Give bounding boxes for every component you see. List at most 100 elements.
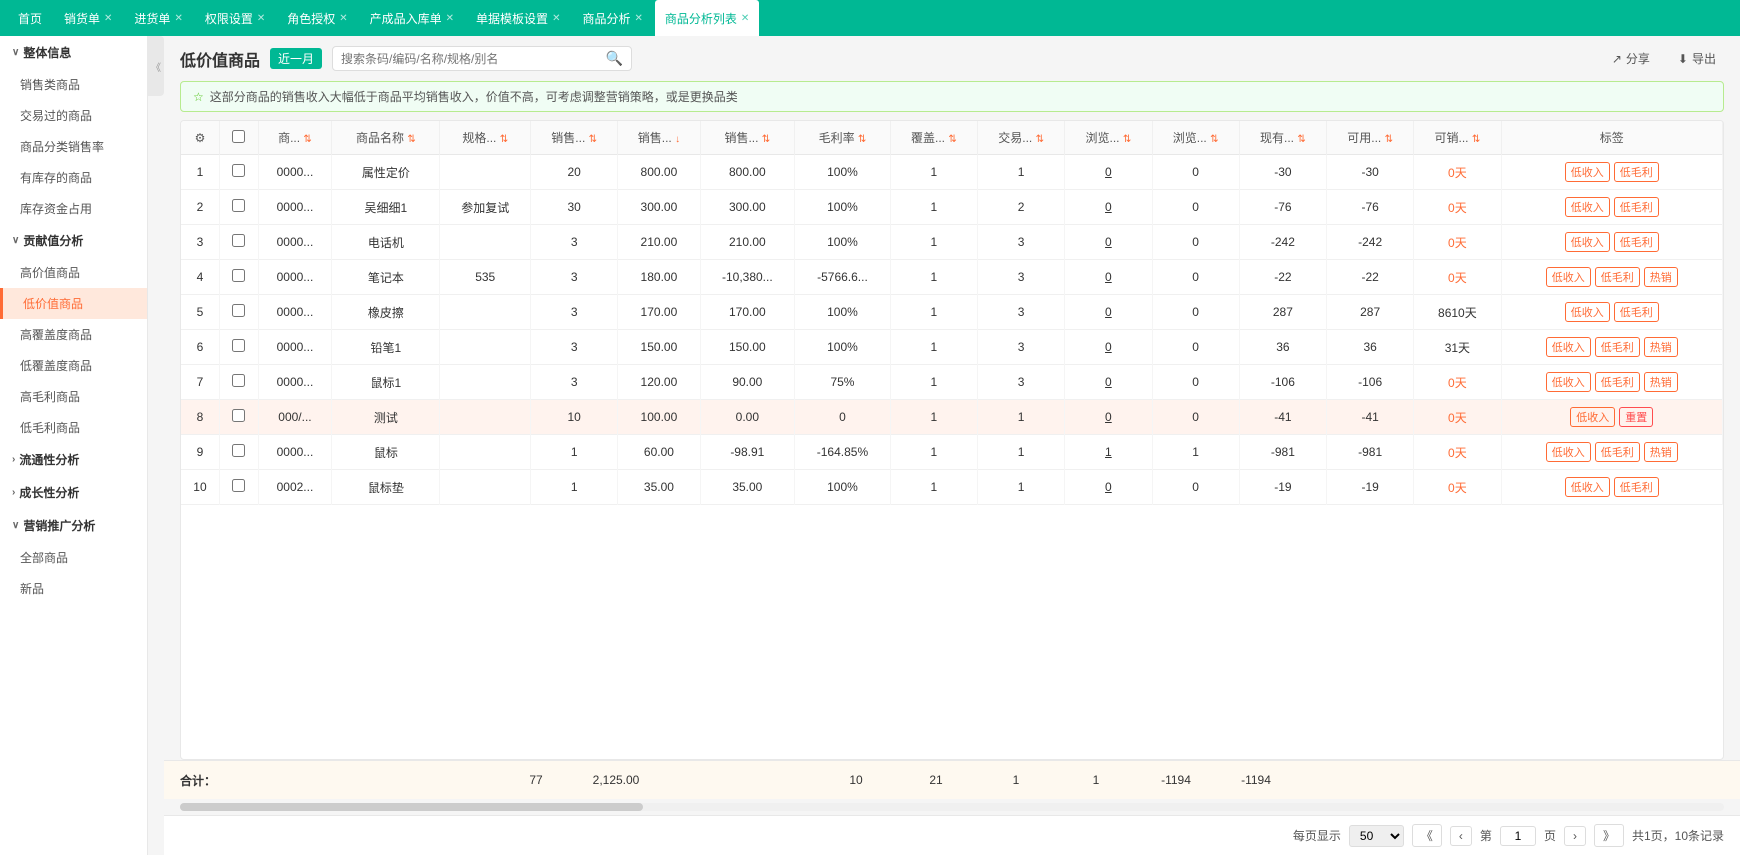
view1-link[interactable]: 0 xyxy=(1105,480,1112,494)
nav-products-instock[interactable]: 产成品入库单 ✕ xyxy=(360,0,464,36)
view1-link[interactable]: 0 xyxy=(1105,340,1112,354)
view1-link[interactable]: 0 xyxy=(1105,235,1112,249)
nav-purchase-close[interactable]: ✕ xyxy=(174,13,182,24)
view1-link[interactable]: 0 xyxy=(1105,410,1112,424)
cell-gross: 100% xyxy=(795,225,891,260)
cell-checkbox[interactable] xyxy=(219,470,258,505)
nav-sales-order[interactable]: 销货单 ✕ xyxy=(54,0,122,36)
sidebar-group-marketing[interactable]: ∨ 营销推广分析 xyxy=(0,509,147,542)
cell-checkbox[interactable] xyxy=(219,365,258,400)
sidebar-item-traded[interactable]: 交易过的商品 xyxy=(0,100,147,131)
nav-product-analysis-list[interactable]: 商品分析列表 ✕ xyxy=(655,0,759,36)
cell-checkbox[interactable] xyxy=(219,155,258,190)
cell-view1[interactable]: 0 xyxy=(1065,260,1152,295)
nav-analysis-list-close[interactable]: ✕ xyxy=(741,13,749,24)
row-checkbox[interactable] xyxy=(232,234,245,247)
cell-qty: 3 xyxy=(531,330,618,365)
nav-template[interactable]: 单据模板设置 ✕ xyxy=(466,0,570,36)
view1-link[interactable]: 1 xyxy=(1105,445,1112,459)
sidebar-item-low-coverage[interactable]: 低覆盖度商品 xyxy=(0,350,147,381)
sidebar-group-contribution[interactable]: ∨ 贡献值分析 xyxy=(0,224,147,257)
cell-checkbox[interactable] xyxy=(219,225,258,260)
nav-home[interactable]: 首页 xyxy=(8,0,52,36)
last-page-btn[interactable]: 》 xyxy=(1594,824,1624,847)
row-checkbox[interactable] xyxy=(232,409,245,422)
sidebar-item-new-goods[interactable]: 新品 xyxy=(0,573,147,604)
per-page-select[interactable]: 50 100 200 xyxy=(1349,825,1404,847)
row-checkbox[interactable] xyxy=(232,199,245,212)
view1-link[interactable]: 0 xyxy=(1105,305,1112,319)
nav-permissions[interactable]: 权限设置 ✕ xyxy=(195,0,275,36)
search-input[interactable] xyxy=(341,52,602,66)
sidebar-item-stock-fund[interactable]: 库存资金占用 xyxy=(0,193,147,224)
nav-roles-close[interactable]: ✕ xyxy=(339,13,347,24)
cell-view1[interactable]: 1 xyxy=(1065,435,1152,470)
cell-checkbox[interactable] xyxy=(219,260,258,295)
date-badge[interactable]: 近一月 xyxy=(270,48,322,69)
col-settings[interactable]: ⚙ xyxy=(181,121,219,155)
cell-trade: 3 xyxy=(978,330,1065,365)
cell-view1[interactable]: 0 xyxy=(1065,295,1152,330)
sidebar-group-overall[interactable]: ∨ 整体信息 xyxy=(0,36,147,69)
col-checkbox[interactable] xyxy=(219,121,258,155)
horizontal-scrollbar[interactable] xyxy=(180,803,1724,811)
select-all-checkbox[interactable] xyxy=(232,130,245,143)
share-button[interactable]: ↗ 分享 xyxy=(1604,46,1658,71)
view1-link[interactable]: 0 xyxy=(1105,165,1112,179)
cell-checkbox[interactable] xyxy=(219,295,258,330)
row-checkbox[interactable] xyxy=(232,479,245,492)
cell-no: 2 xyxy=(181,190,219,225)
sidebar-item-high-value[interactable]: 高价值商品 xyxy=(0,257,147,288)
cell-view1[interactable]: 0 xyxy=(1065,225,1152,260)
first-page-btn[interactable]: 《 xyxy=(1412,824,1442,847)
nav-products-close[interactable]: ✕ xyxy=(446,13,454,24)
next-page-btn[interactable]: › xyxy=(1564,826,1586,846)
cell-view1[interactable]: 0 xyxy=(1065,155,1152,190)
nav-roles[interactable]: 角色授权 ✕ xyxy=(277,0,357,36)
nav-product-analysis[interactable]: 商品分析 ✕ xyxy=(572,0,652,36)
nav-sales-order-close[interactable]: ✕ xyxy=(104,13,112,24)
sidebar-item-with-stock[interactable]: 有库存的商品 xyxy=(0,162,147,193)
sidebar-item-category-rate[interactable]: 商品分类销售率 xyxy=(0,131,147,162)
nav-purchase[interactable]: 进货单 ✕ xyxy=(124,0,192,36)
sidebar-collapse-btn[interactable]: 《 xyxy=(148,36,164,96)
cell-view1[interactable]: 0 xyxy=(1065,330,1152,365)
export-button[interactable]: ⬇ 导出 xyxy=(1670,46,1724,71)
sidebar-group-liquidity[interactable]: › 流通性分析 xyxy=(0,443,147,476)
cell-view2: 0 xyxy=(1152,470,1239,505)
cell-spec xyxy=(440,295,531,330)
cell-checkbox[interactable] xyxy=(219,190,258,225)
nav-template-close[interactable]: ✕ xyxy=(552,13,560,24)
nav-analysis-close[interactable]: ✕ xyxy=(634,13,642,24)
row-checkbox[interactable] xyxy=(232,339,245,352)
view1-link[interactable]: 0 xyxy=(1105,375,1112,389)
view1-link[interactable]: 0 xyxy=(1105,270,1112,284)
sidebar-item-high-coverage[interactable]: 高覆盖度商品 xyxy=(0,319,147,350)
cell-view1[interactable]: 0 xyxy=(1065,400,1152,435)
sidebar-group-growth[interactable]: › 成长性分析 xyxy=(0,476,147,509)
cell-checkbox[interactable] xyxy=(219,435,258,470)
cell-checkbox[interactable] xyxy=(219,330,258,365)
view1-link[interactable]: 0 xyxy=(1105,200,1112,214)
sidebar-item-all-goods[interactable]: 全部商品 xyxy=(0,542,147,573)
page-input[interactable] xyxy=(1500,826,1536,846)
row-checkbox[interactable] xyxy=(232,269,245,282)
cell-view1[interactable]: 0 xyxy=(1065,190,1152,225)
cell-view1[interactable]: 0 xyxy=(1065,470,1152,505)
search-icon[interactable]: 🔍 xyxy=(606,50,623,67)
sidebar-item-low-margin[interactable]: 低毛利商品 xyxy=(0,412,147,443)
scroll-thumb[interactable] xyxy=(180,803,643,811)
row-checkbox[interactable] xyxy=(232,164,245,177)
row-checkbox[interactable] xyxy=(232,444,245,457)
cell-view1[interactable]: 0 xyxy=(1065,365,1152,400)
sidebar-item-high-margin[interactable]: 高毛利商品 xyxy=(0,381,147,412)
cell-trade: 1 xyxy=(978,435,1065,470)
cell-checkbox[interactable] xyxy=(219,400,258,435)
row-checkbox[interactable] xyxy=(232,374,245,387)
nav-permissions-close[interactable]: ✕ xyxy=(257,13,265,24)
cell-sale1: 210.00 xyxy=(618,225,700,260)
sidebar-item-sales-goods[interactable]: 销售类商品 xyxy=(0,69,147,100)
row-checkbox[interactable] xyxy=(232,304,245,317)
prev-page-btn[interactable]: ‹ xyxy=(1450,826,1472,846)
sidebar-item-low-value[interactable]: 低价值商品 xyxy=(0,288,147,319)
